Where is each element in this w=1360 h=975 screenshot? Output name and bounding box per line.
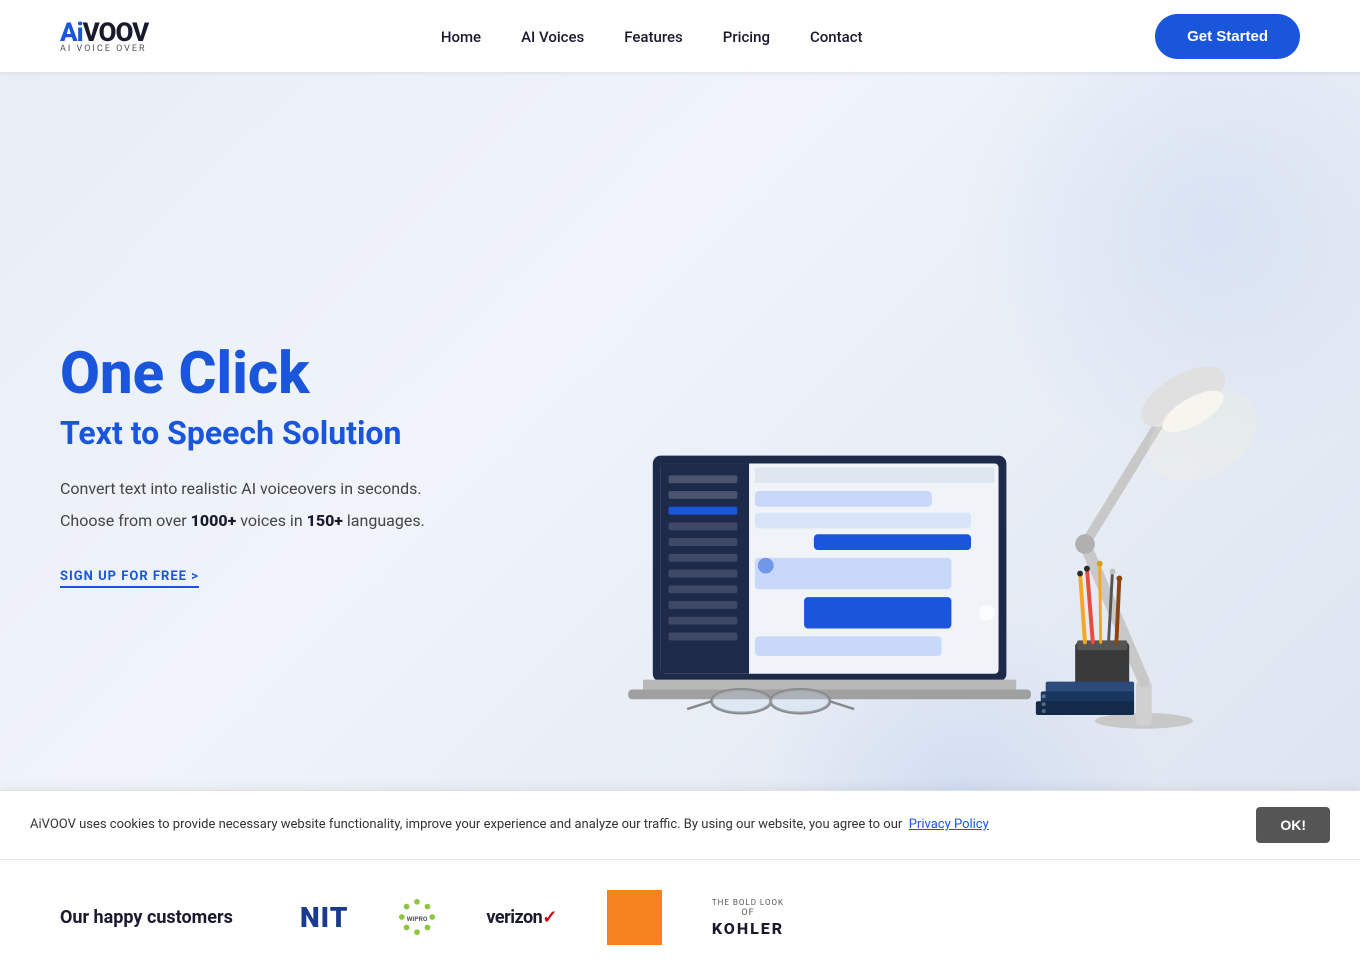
orange-square-logo: [607, 890, 662, 945]
hero-signup-cta[interactable]: SIGN UP FOR FREE >: [60, 569, 199, 588]
nav-links: Home AI Voices Features Pricing Contact: [441, 27, 863, 46]
nav-features[interactable]: Features: [624, 28, 682, 46]
verizon-logo-text: verizon✓: [486, 907, 556, 928]
nav-pricing[interactable]: Pricing: [723, 28, 770, 46]
kohler-tagline: THE BOLD LOOK: [712, 898, 784, 907]
customers-title: Our happy customers: [60, 907, 240, 928]
hero-desc-line2: Choose from over 1000+ voices in 150+ la…: [60, 508, 425, 534]
hero-voices-count: 1000+: [191, 511, 237, 530]
navbar: Ai VOOV AI VOICE OVER Home AI Voices Fea…: [0, 0, 1360, 72]
svg-text:WIPRO: WIPRO: [407, 914, 428, 922]
kohler-brand-name: KOHLER: [712, 919, 784, 938]
hero-section: One Click Text to Speech Solution Conver…: [0, 0, 1360, 859]
customer-logos: NIT: [300, 890, 1300, 945]
hero-desc-line1: Convert text into realistic AI voiceover…: [60, 476, 425, 502]
logo-block: Ai VOOV AI VOICE OVER: [60, 18, 148, 54]
cookie-banner: AiVOOV uses cookies to provide necessary…: [0, 790, 1360, 859]
nav-home[interactable]: Home: [441, 28, 481, 46]
nav-contact[interactable]: Contact: [810, 28, 863, 46]
hero-desc-suffix: languages.: [343, 511, 425, 530]
hero-image-area: [476, 72, 1360, 859]
logo-subtitle: AI VOICE OVER: [60, 44, 148, 54]
hero-desc-prefix: Choose from over: [60, 511, 191, 530]
hero-desc-mid: voices in: [236, 511, 306, 530]
customer-logo-orange: [607, 890, 662, 945]
kohler-logo: THE BOLD LOOK OF KOHLER: [712, 898, 784, 938]
wipro-logo: WIPRO: [398, 898, 436, 938]
customer-logo-verizon: verizon✓: [486, 907, 556, 928]
cookie-message: AiVOOV uses cookies to provide necessary…: [30, 817, 902, 832]
customer-logo-wipro: WIPRO: [398, 898, 436, 938]
nav-ai-voices[interactable]: AI Voices: [521, 28, 584, 46]
hero-content: One Click Text to Speech Solution Conver…: [0, 283, 485, 649]
customer-logo-kohler: THE BOLD LOOK OF KOHLER: [712, 898, 784, 938]
customers-title-text: Our happy customers: [60, 907, 233, 928]
cookie-text: AiVOOV uses cookies to provide necessary…: [30, 815, 989, 835]
logo-link[interactable]: Ai VOOV AI VOICE OVER: [60, 18, 148, 54]
hero-lang-count: 150+: [307, 511, 343, 530]
customers-section: Our happy customers NIT: [0, 859, 1360, 975]
hero-subtitle: Text to Speech Solution: [60, 414, 425, 452]
kohler-of: OF: [741, 908, 754, 918]
get-started-button[interactable]: Get Started: [1155, 14, 1300, 59]
wipro-dots: WIPRO: [398, 898, 436, 936]
privacy-policy-link[interactable]: Privacy Policy: [909, 817, 989, 832]
cookie-ok-button[interactable]: OK!: [1256, 807, 1330, 843]
customer-logo-nit: NIT: [300, 901, 348, 934]
hero-title: One Click: [60, 343, 425, 407]
nit-logo-text: NIT: [300, 901, 348, 934]
verizon-check: ✓: [542, 907, 557, 928]
